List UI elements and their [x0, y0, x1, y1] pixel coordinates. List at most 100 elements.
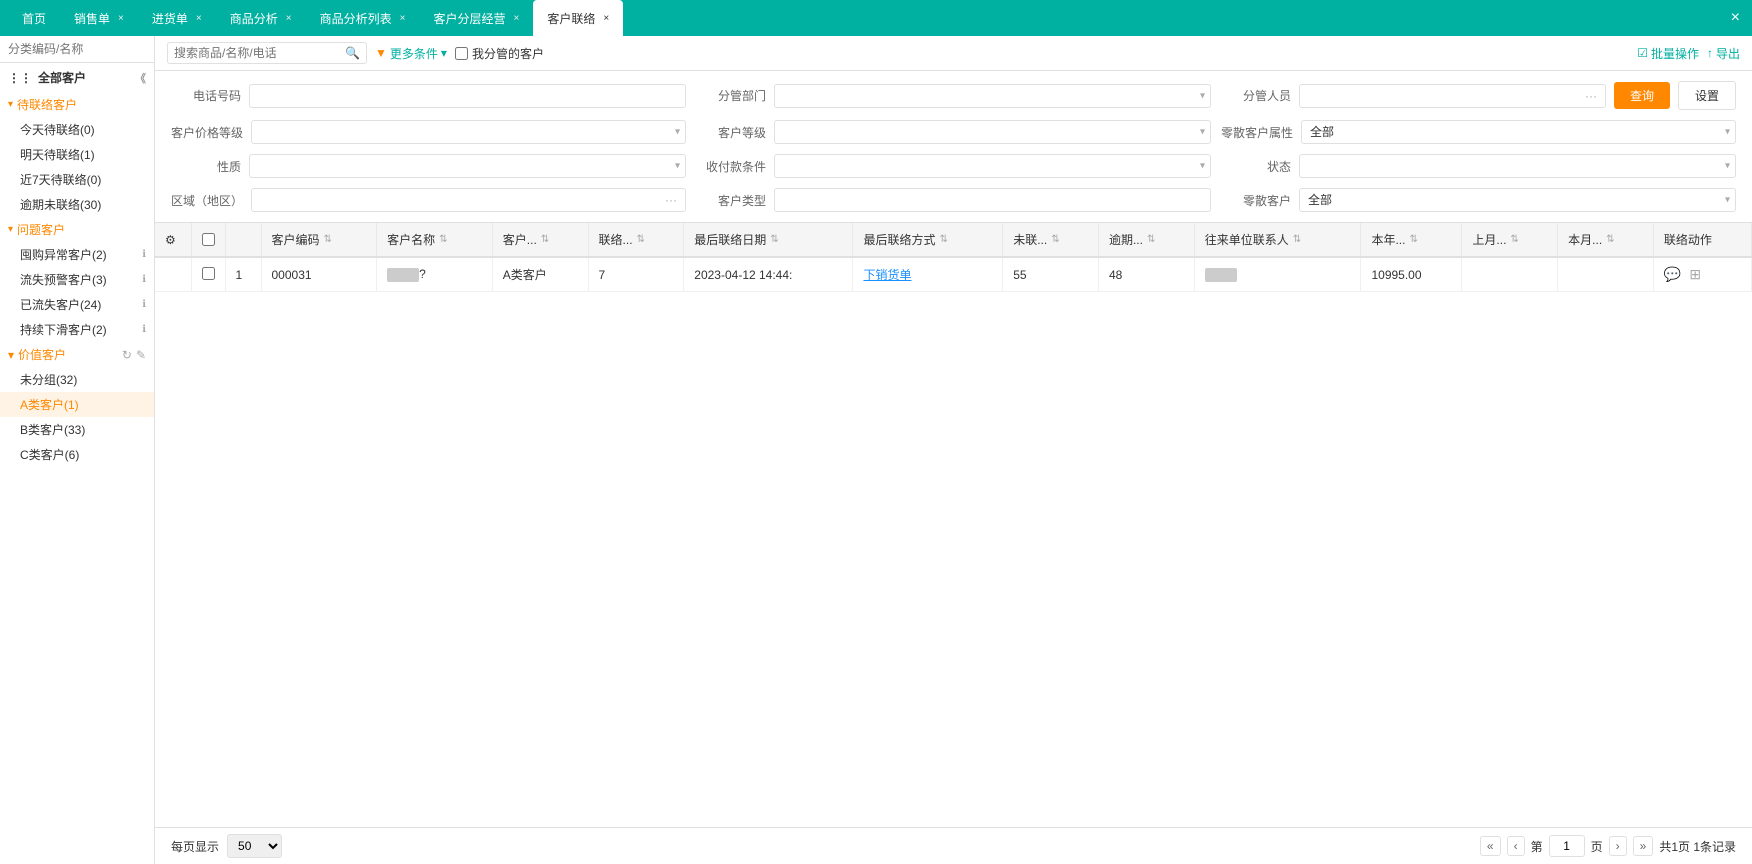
- prev-page-btn[interactable]: ‹: [1507, 836, 1525, 856]
- query-button[interactable]: 查询: [1614, 82, 1670, 109]
- nav-tab-customer-contact[interactable]: 客户联络 ×: [533, 0, 623, 36]
- nav-tab-purchase[interactable]: 进货单 ×: [138, 0, 216, 36]
- td-contact-count: 7: [588, 257, 684, 292]
- th-name-sort[interactable]: ⇅: [439, 234, 447, 245]
- filter-retail-attr-select[interactable]: 全部: [1301, 120, 1736, 144]
- th-unit-contact[interactable]: 往来单位联系人 ⇅: [1194, 223, 1361, 257]
- th-contact-count-sort[interactable]: ⇅: [637, 234, 645, 245]
- my-customers-checkbox[interactable]: [455, 47, 468, 60]
- select-all-checkbox[interactable]: [202, 233, 215, 246]
- close-tab-analysis-list[interactable]: ×: [400, 13, 406, 24]
- sidebar-info-icon-abnormal: ℹ: [142, 249, 146, 260]
- sidebar-group-problem[interactable]: ▾ 问题客户: [0, 217, 154, 242]
- filter-search-input[interactable]: [174, 46, 341, 60]
- batch-operation-btn[interactable]: ☑ 批量操作: [1637, 45, 1699, 62]
- my-customers-checkbox-label[interactable]: 我分管的客户: [455, 45, 544, 62]
- sidebar-item-churn-warn[interactable]: 流失预警客户(3) ℹ: [0, 267, 154, 292]
- sidebar-group-pending[interactable]: ▾ 待联络客户: [0, 92, 154, 117]
- close-tab-customer-mgmt[interactable]: ×: [513, 13, 519, 24]
- th-last-method[interactable]: 最后联络方式 ⇅: [853, 223, 1003, 257]
- th-level-sort[interactable]: ⇅: [541, 234, 549, 245]
- th-this-month[interactable]: 本月... ⇅: [1558, 223, 1654, 257]
- sidebar-refresh-icon[interactable]: ↻: [122, 348, 132, 362]
- nav-home[interactable]: 首页: [8, 0, 60, 36]
- sidebar-item-b-class[interactable]: B类客户(33): [0, 417, 154, 442]
- td-checkbox[interactable]: [191, 257, 225, 292]
- filter-more-conditions[interactable]: ▼ 更多条件 ▾: [375, 45, 447, 62]
- export-btn[interactable]: ↑ 导出: [1707, 45, 1740, 62]
- filter-nature-select[interactable]: [249, 154, 686, 178]
- sidebar-item-ungrouped[interactable]: 未分组(32): [0, 367, 154, 392]
- td-last-method[interactable]: 下销货单: [853, 257, 1003, 292]
- filter-status-select[interactable]: [1299, 154, 1736, 178]
- th-settings[interactable]: ⚙: [155, 223, 191, 257]
- sidebar-item-a-class[interactable]: A类客户(1): [0, 392, 154, 417]
- filter-person-input[interactable]: ···: [1299, 84, 1606, 108]
- window-close-button[interactable]: ×: [1727, 5, 1744, 31]
- th-no-contact[interactable]: 未联... ⇅: [1003, 223, 1099, 257]
- th-this-year[interactable]: 本年... ⇅: [1361, 223, 1462, 257]
- last-page-btn[interactable]: »: [1633, 836, 1654, 856]
- sidebar-item-churned[interactable]: 已流失客户(24) ℹ: [0, 292, 154, 317]
- grid-action-icon[interactable]: ⊞: [1689, 266, 1701, 283]
- sidebar-item-today[interactable]: 今天待联络(0): [0, 117, 154, 142]
- sidebar-collapse-icon[interactable]: 《: [135, 70, 146, 86]
- sidebar-item-overdue[interactable]: 逾期未联络(30): [0, 192, 154, 217]
- sidebar-edit-icon[interactable]: ✎: [136, 348, 146, 362]
- sidebar-search-input[interactable]: [8, 42, 155, 56]
- page-input[interactable]: [1549, 835, 1585, 857]
- close-tab-analysis[interactable]: ×: [286, 13, 292, 24]
- footer-left: 每页显示 50 10 20 100: [171, 834, 282, 858]
- filter-bar: 🔍 ▼ 更多条件 ▾ 我分管的客户 ☑ 批量操作 ↑ 导出: [155, 36, 1752, 71]
- next-page-btn[interactable]: ›: [1609, 836, 1627, 856]
- close-tab-sales[interactable]: ×: [118, 13, 124, 24]
- sidebar-all-customers[interactable]: ⋮⋮ 全部客户 《: [0, 63, 154, 92]
- th-last-method-sort[interactable]: ⇅: [939, 234, 947, 245]
- th-code[interactable]: 客户编码 ⇅: [261, 223, 377, 257]
- th-unit-contact-sort[interactable]: ⇅: [1293, 234, 1301, 245]
- sidebar-item-abnormal[interactable]: 囤购异常客户(2) ℹ: [0, 242, 154, 267]
- td-level: A类客户: [492, 257, 588, 292]
- sidebar-item-declining[interactable]: 持续下滑客户(2) ℹ: [0, 317, 154, 342]
- th-contact-count[interactable]: 联络... ⇅: [588, 223, 684, 257]
- row-checkbox[interactable]: [202, 267, 215, 280]
- comment-action-icon[interactable]: 💬: [1664, 266, 1681, 283]
- per-page-select[interactable]: 50 10 20 100: [227, 834, 282, 858]
- filter-search-icon[interactable]: 🔍: [345, 46, 360, 60]
- th-last-month-sort[interactable]: ⇅: [1510, 234, 1518, 245]
- th-checkbox[interactable]: [191, 223, 225, 257]
- th-last-date[interactable]: 最后联络日期 ⇅: [684, 223, 853, 257]
- setting-button[interactable]: 设置: [1678, 81, 1736, 110]
- filter-phone-input[interactable]: [249, 84, 686, 108]
- close-tab-customer-contact[interactable]: ×: [603, 13, 609, 24]
- nav-tab-analysis-list[interactable]: 商品分析列表 ×: [306, 0, 420, 36]
- filter-cust-level-select[interactable]: [774, 120, 1211, 144]
- th-this-year-sort[interactable]: ⇅: [1409, 234, 1417, 245]
- settings-icon[interactable]: ⚙: [165, 233, 176, 247]
- th-overdue-sort[interactable]: ⇅: [1147, 234, 1155, 245]
- th-last-month[interactable]: 上月... ⇅: [1462, 223, 1558, 257]
- th-code-sort[interactable]: ⇅: [324, 234, 332, 245]
- th-level[interactable]: 客户... ⇅: [492, 223, 588, 257]
- nav-tab-sales[interactable]: 销售单 ×: [60, 0, 138, 36]
- nav-tab-analysis[interactable]: 商品分析 ×: [216, 0, 306, 36]
- nav-tab-customer-mgmt[interactable]: 客户分层经营 ×: [419, 0, 533, 36]
- sidebar-item-c-class[interactable]: C类客户(6): [0, 442, 154, 467]
- filter-cust-type-input[interactable]: [774, 188, 1211, 212]
- th-last-date-sort[interactable]: ⇅: [770, 234, 778, 245]
- last-method-link[interactable]: 下销货单: [863, 268, 911, 282]
- th-no-contact-sort[interactable]: ⇅: [1051, 234, 1059, 245]
- th-name[interactable]: 客户名称 ⇅: [377, 223, 493, 257]
- filter-retail-cust-select[interactable]: 全部: [1299, 188, 1736, 212]
- filter-dept-select[interactable]: [774, 84, 1211, 108]
- first-page-btn[interactable]: «: [1480, 836, 1501, 856]
- close-tab-purchase[interactable]: ×: [196, 13, 202, 24]
- th-overdue[interactable]: 逾期... ⇅: [1098, 223, 1194, 257]
- filter-price-level-select[interactable]: [251, 120, 686, 144]
- sidebar-item-7days[interactable]: 近7天待联络(0): [0, 167, 154, 192]
- sidebar-group-value[interactable]: ▾ 价值客户 ↻ ✎: [0, 342, 154, 367]
- th-this-month-sort[interactable]: ⇅: [1606, 234, 1614, 245]
- sidebar-item-tomorrow[interactable]: 明天待联络(1): [0, 142, 154, 167]
- filter-payment-select[interactable]: [774, 154, 1211, 178]
- filter-region-input[interactable]: ···: [251, 188, 686, 212]
